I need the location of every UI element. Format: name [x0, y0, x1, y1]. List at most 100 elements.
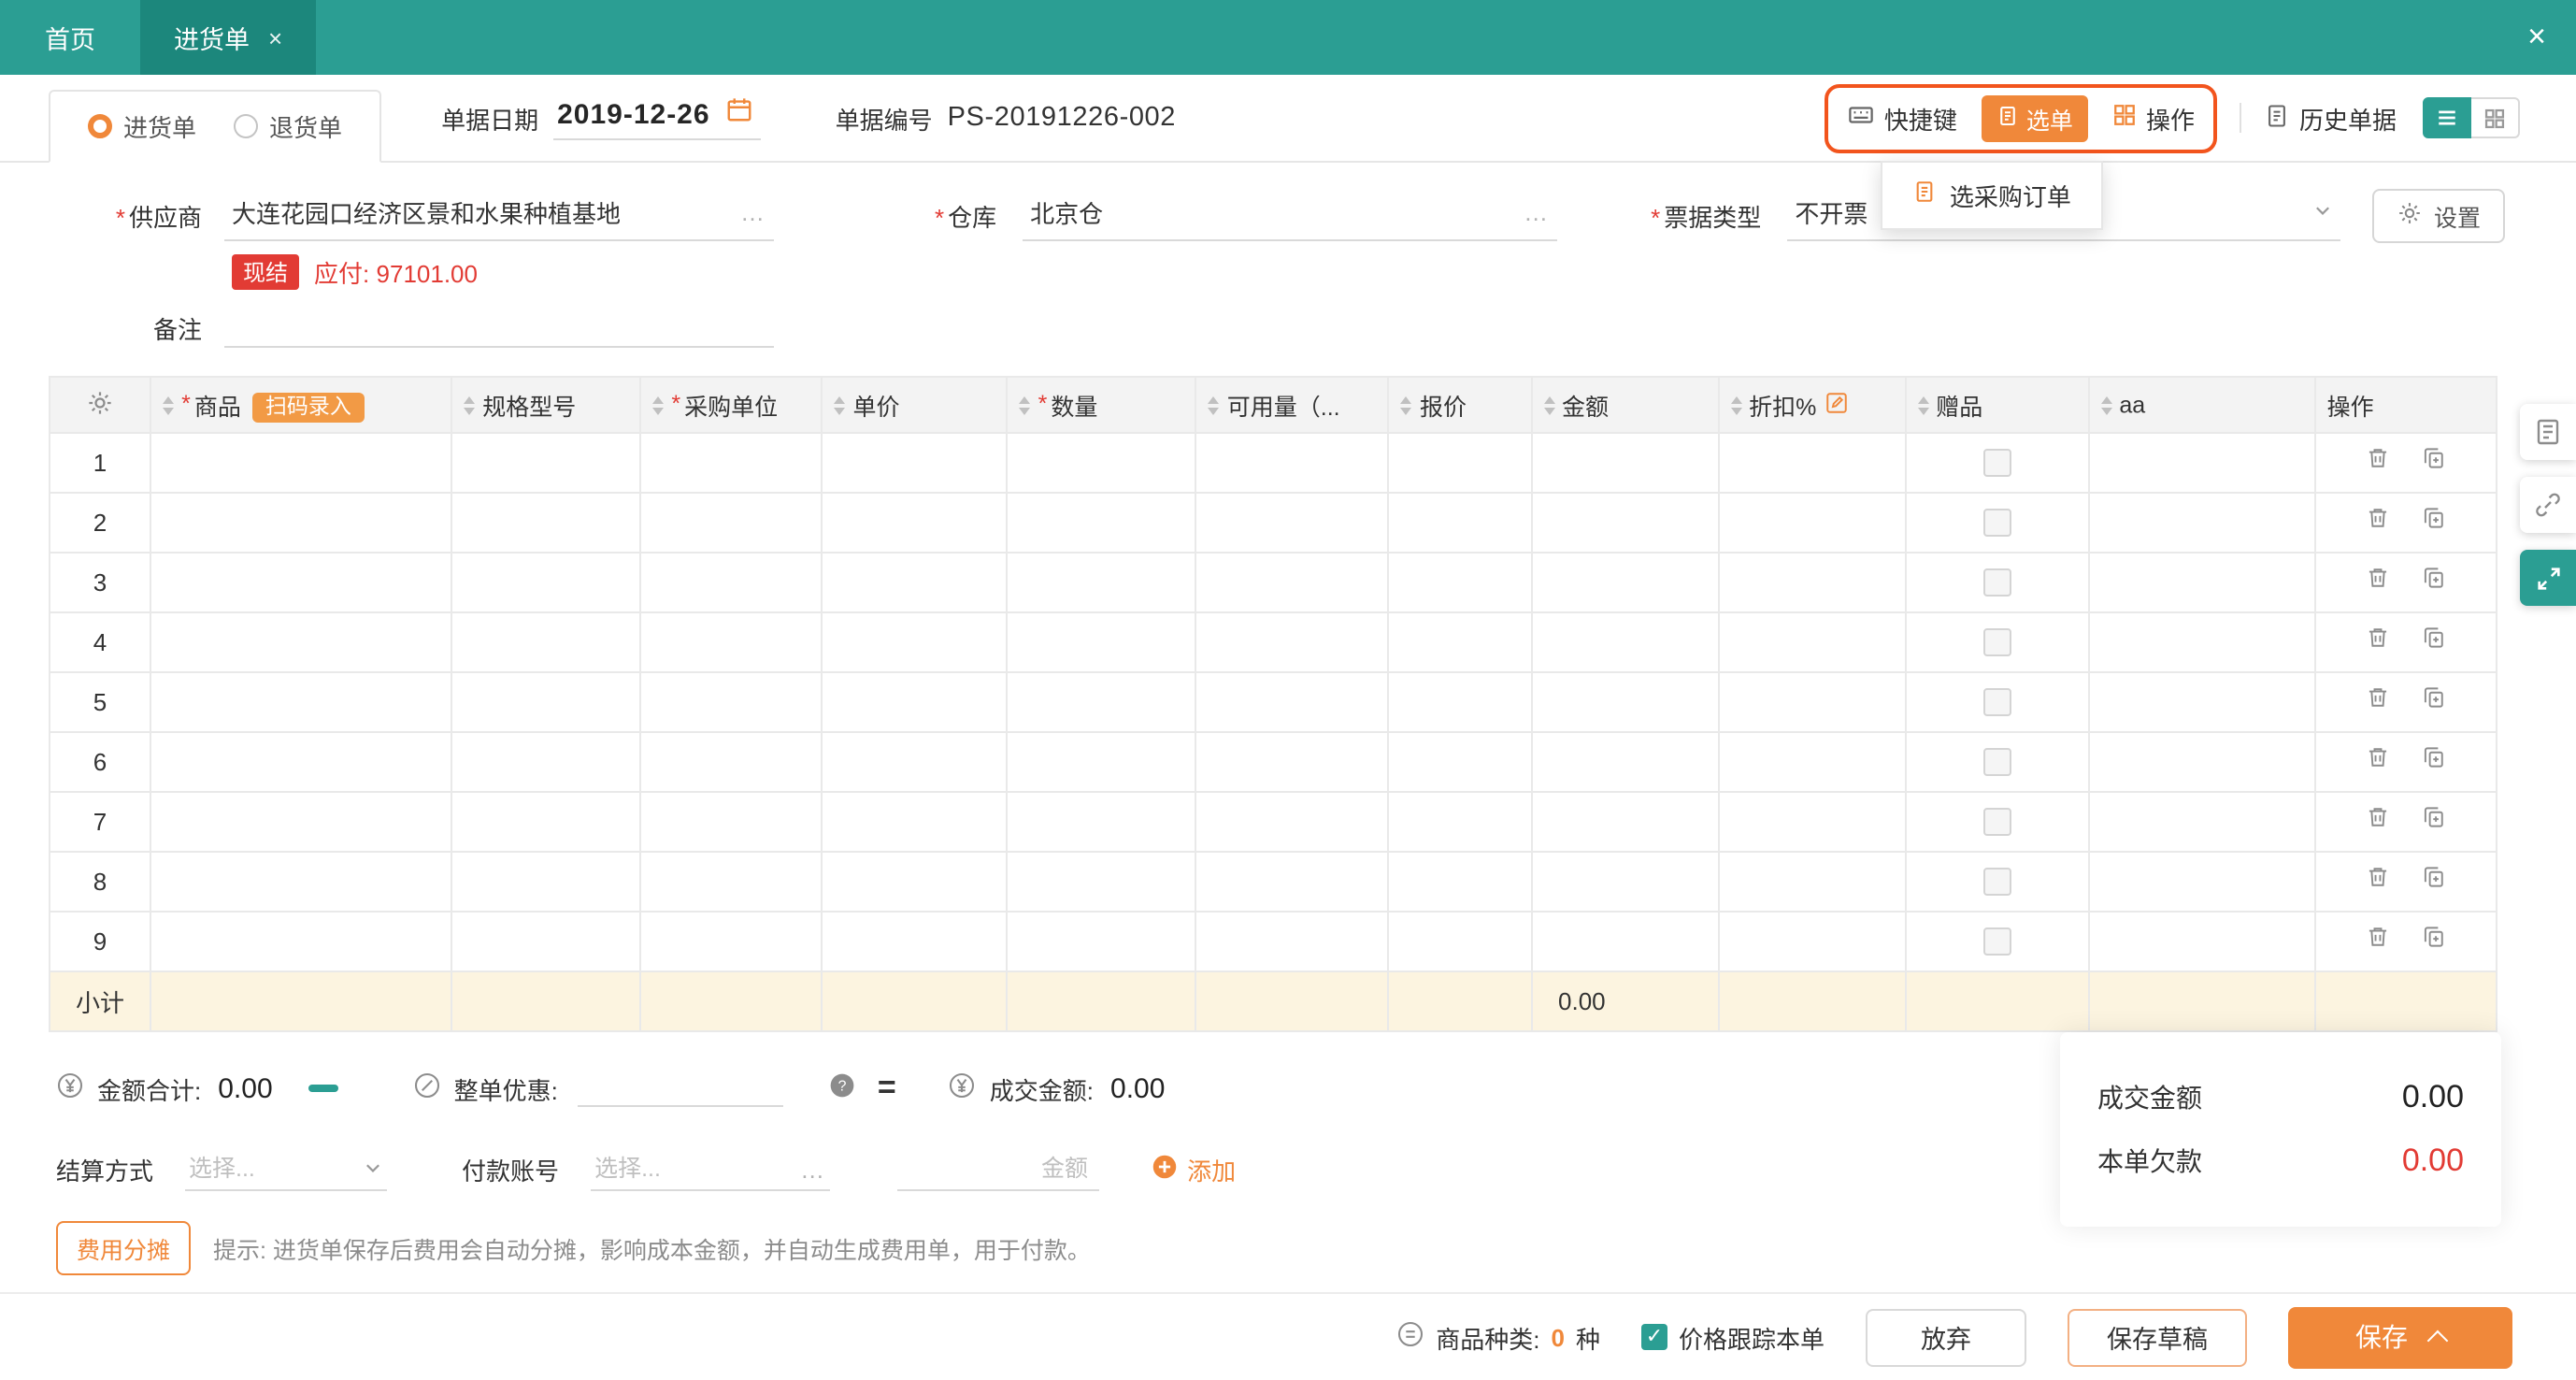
cell-product[interactable]: [150, 552, 453, 613]
radio-purchase-order[interactable]: 进货单: [88, 108, 196, 144]
cell-aa[interactable]: [2087, 731, 2316, 793]
cell-discount[interactable]: [1717, 552, 1907, 613]
sort-icon[interactable]: [2100, 395, 2112, 415]
cell-aa[interactable]: [2087, 671, 2316, 733]
cell-quote[interactable]: [1387, 731, 1533, 793]
cell-product[interactable]: [150, 851, 453, 913]
warehouse-field[interactable]: 北京仓 …: [1023, 191, 1558, 241]
cell-unit-price[interactable]: [821, 492, 1009, 553]
delete-row-icon[interactable]: [2364, 625, 2390, 660]
cell-aa[interactable]: [2087, 552, 2316, 613]
cell-discount[interactable]: [1717, 791, 1907, 853]
settle-method-select[interactable]: 选择...: [185, 1148, 388, 1191]
cell-aa[interactable]: [2087, 911, 2316, 972]
cell-unit-price[interactable]: [821, 911, 1009, 972]
cell-quantity[interactable]: [1006, 671, 1197, 733]
cell-unit-price[interactable]: [821, 552, 1009, 613]
delete-row-icon[interactable]: [2364, 565, 2390, 600]
cell-spec[interactable]: [451, 731, 642, 793]
operations-button[interactable]: 操作: [2112, 100, 2195, 136]
cell-aa[interactable]: [2087, 851, 2316, 913]
scan-entry-button[interactable]: 扫码录入: [251, 392, 365, 422]
cell-amount[interactable]: [1530, 611, 1720, 673]
delete-row-icon[interactable]: [2364, 744, 2390, 780]
chevron-down-icon[interactable]: [2312, 195, 2333, 229]
cell-purchase-unit[interactable]: [639, 731, 823, 793]
supplier-field[interactable]: 大连花园口经济区景和水果种植基地 …: [224, 191, 774, 241]
cell-spec[interactable]: [451, 432, 642, 494]
gift-checkbox[interactable]: [1982, 807, 2011, 836]
cell-discount[interactable]: [1717, 911, 1907, 972]
cell-purchase-unit[interactable]: [639, 671, 823, 733]
date-picker[interactable]: 2019-12-26: [553, 95, 761, 140]
cell-quote[interactable]: [1387, 911, 1533, 972]
copy-row-icon[interactable]: [2421, 864, 2447, 899]
column-header-单价[interactable]: 单价: [821, 376, 1009, 434]
order-discount-input[interactable]: [578, 1070, 784, 1107]
cell-quote[interactable]: [1387, 791, 1533, 853]
cell-quote[interactable]: [1387, 611, 1533, 673]
cell-unit-price[interactable]: [821, 432, 1009, 494]
select-purchase-order-menu-item[interactable]: 选采购订单: [1880, 160, 2103, 229]
cell-quantity[interactable]: [1006, 731, 1197, 793]
column-header-操作[interactable]: 操作: [2313, 376, 2498, 434]
tab-close-icon[interactable]: ×: [268, 23, 282, 51]
cell-purchase-unit[interactable]: [639, 492, 823, 553]
gift-checkbox[interactable]: [1982, 448, 2011, 477]
collapse-minus-badge[interactable]: [308, 1085, 338, 1092]
cell-aa[interactable]: [2087, 791, 2316, 853]
delete-row-icon[interactable]: [2364, 505, 2390, 540]
gift-checkbox[interactable]: [1982, 927, 2011, 956]
delete-row-icon[interactable]: [2364, 864, 2390, 899]
copy-row-icon[interactable]: [2421, 565, 2447, 600]
tab-home[interactable]: 首页: [0, 0, 140, 75]
gift-checkbox[interactable]: [1982, 747, 2011, 776]
gift-checkbox[interactable]: [1982, 508, 2011, 537]
cell-purchase-unit[interactable]: [639, 911, 823, 972]
column-header-折扣%[interactable]: 折扣%: [1717, 376, 1907, 434]
cell-spec[interactable]: [451, 671, 642, 733]
cell-product[interactable]: [150, 731, 453, 793]
sort-icon[interactable]: [652, 395, 665, 414]
fee-split-button[interactable]: 费用分摊: [56, 1221, 192, 1275]
cell-amount[interactable]: [1530, 731, 1720, 793]
calendar-icon[interactable]: [725, 95, 753, 133]
cell-spec[interactable]: [451, 611, 642, 673]
link-icon[interactable]: [2520, 477, 2576, 533]
column-header-报价[interactable]: 报价: [1387, 376, 1533, 434]
sort-icon[interactable]: [1730, 395, 1742, 414]
cell-quantity[interactable]: [1006, 552, 1197, 613]
copy-row-icon[interactable]: [2421, 684, 2447, 720]
cell-amount[interactable]: [1530, 432, 1720, 494]
cell-spec[interactable]: [451, 492, 642, 553]
cell-amount[interactable]: [1530, 911, 1720, 972]
cell-quote[interactable]: [1387, 671, 1533, 733]
cell-quote[interactable]: [1387, 851, 1533, 913]
settings-button[interactable]: 设置: [2371, 189, 2505, 243]
copy-row-icon[interactable]: [2421, 625, 2447, 660]
delete-row-icon[interactable]: [2364, 684, 2390, 720]
cell-unit-price[interactable]: [821, 851, 1009, 913]
cell-purchase-unit[interactable]: [639, 552, 823, 613]
grid-view-toggle[interactable]: [2471, 97, 2520, 138]
sort-icon[interactable]: [163, 395, 175, 414]
copy-row-icon[interactable]: [2421, 505, 2447, 540]
cell-product[interactable]: [150, 791, 453, 853]
cell-amount[interactable]: [1530, 671, 1720, 733]
shortcut-keys-button[interactable]: 快捷键: [1847, 100, 1957, 136]
cell-unit-price[interactable]: [821, 791, 1009, 853]
cell-discount[interactable]: [1717, 851, 1907, 913]
cell-purchase-unit[interactable]: [639, 791, 823, 853]
cell-unit-price[interactable]: [821, 611, 1009, 673]
cell-purchase-unit[interactable]: [639, 851, 823, 913]
more-icon[interactable]: …: [1524, 198, 1550, 226]
cell-quantity[interactable]: [1006, 492, 1197, 553]
cell-unit-price[interactable]: [821, 731, 1009, 793]
chevron-up-icon[interactable]: [2426, 1329, 2449, 1351]
list-view-toggle[interactable]: [2423, 97, 2471, 138]
cell-discount[interactable]: [1717, 731, 1907, 793]
cell-discount[interactable]: [1717, 611, 1907, 673]
cell-spec[interactable]: [451, 552, 642, 613]
cell-product[interactable]: [150, 911, 453, 972]
column-header-规格型号[interactable]: 规格型号: [451, 376, 642, 434]
